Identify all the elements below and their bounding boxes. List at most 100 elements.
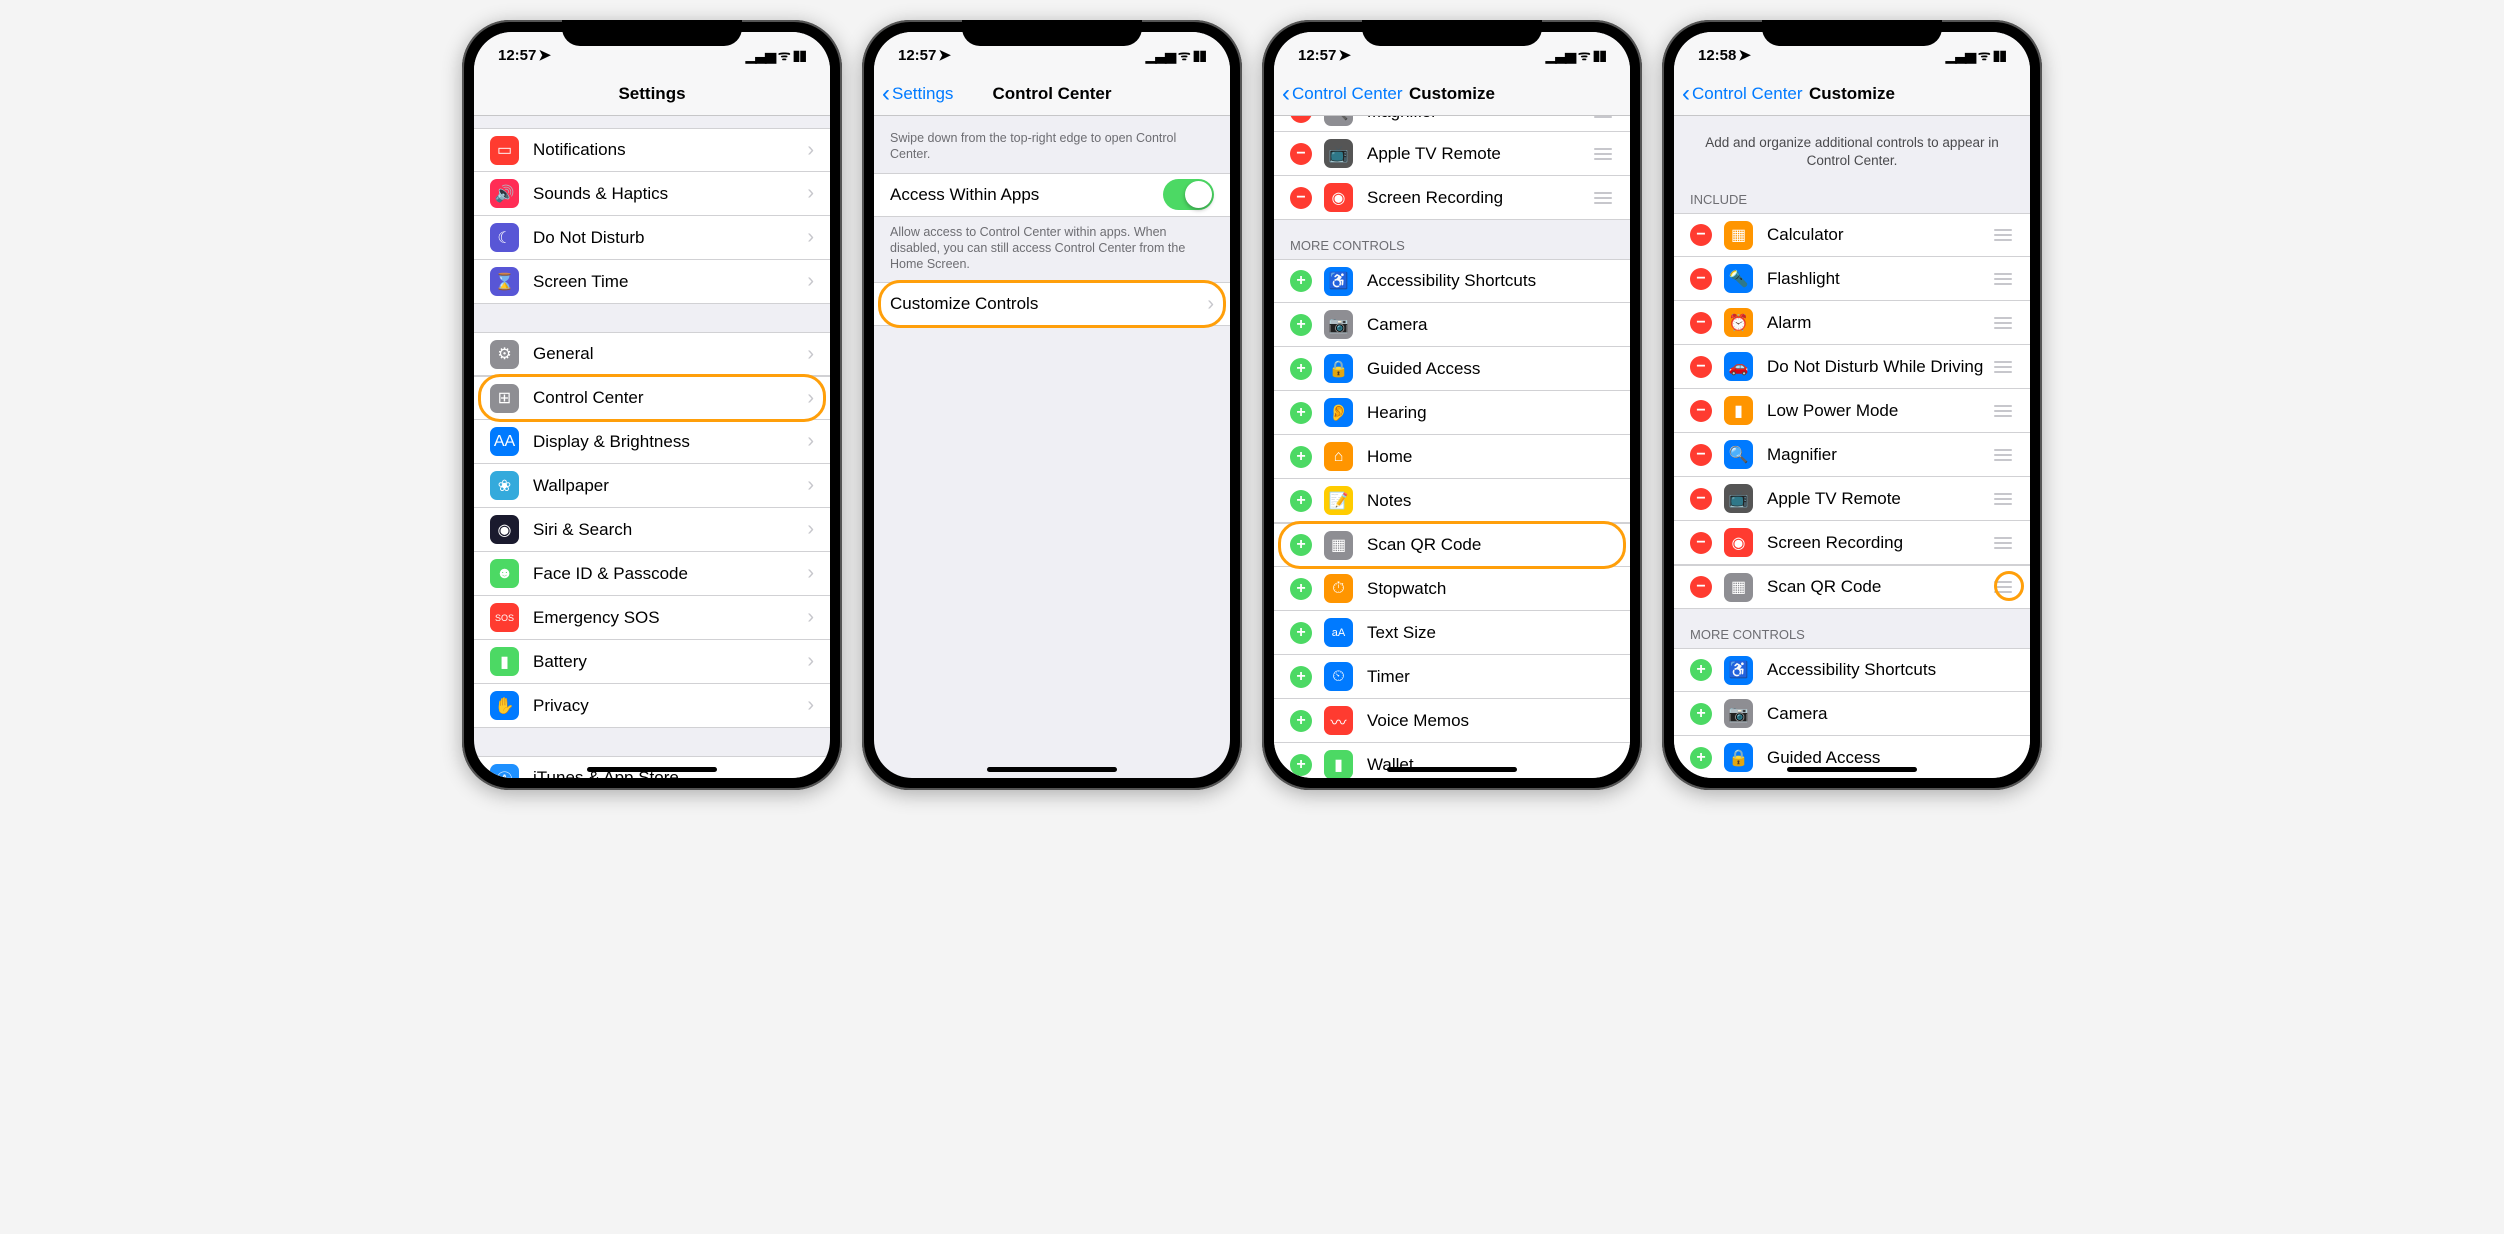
add-button[interactable]: + — [1290, 358, 1312, 380]
drag-handle-icon[interactable] — [1992, 229, 2014, 241]
settings-row[interactable]: SOSEmergency SOS› — [474, 596, 830, 640]
add-button[interactable]: + — [1290, 534, 1312, 556]
remove-button[interactable]: − — [1690, 488, 1712, 510]
app-icon: ☾ — [490, 223, 519, 252]
add-button[interactable]: + — [1290, 710, 1312, 732]
included-control-row[interactable]: −🔦Flashlight — [1674, 257, 2030, 301]
more-control-row[interactable]: +aAText Size — [1274, 611, 1630, 655]
settings-row[interactable]: ❀Wallpaper› — [474, 464, 830, 508]
chevron-right-icon: › — [807, 650, 814, 673]
included-control-row[interactable]: −📺Apple TV Remote — [1674, 477, 2030, 521]
remove-button[interactable]: − — [1690, 356, 1712, 378]
more-control-row[interactable]: +⌂Home — [1274, 435, 1630, 479]
add-button[interactable]: + — [1290, 446, 1312, 468]
settings-row[interactable]: AADisplay & Brightness› — [474, 420, 830, 464]
included-control-row[interactable]: −◉Screen Recording — [1274, 176, 1630, 220]
add-button[interactable]: + — [1290, 402, 1312, 424]
app-icon: 🔍 — [1324, 116, 1353, 126]
back-button[interactable]: ‹Control Center — [1282, 80, 1403, 108]
drag-handle-icon[interactable] — [1992, 537, 2014, 549]
more-control-row[interactable]: +▦Scan QR Code — [1274, 523, 1630, 567]
add-button[interactable]: + — [1290, 314, 1312, 336]
settings-row[interactable]: ▭Notifications› — [474, 128, 830, 172]
settings-row[interactable]: ☾Do Not Disturb› — [474, 216, 830, 260]
remove-button[interactable]: − — [1690, 224, 1712, 246]
time: 12:57 — [1298, 47, 1336, 64]
add-button[interactable]: + — [1690, 703, 1712, 725]
row-label: Privacy — [533, 696, 807, 716]
remove-button[interactable]: − — [1690, 576, 1712, 598]
drag-handle-icon[interactable] — [1992, 361, 2014, 373]
drag-handle-icon[interactable] — [1592, 148, 1614, 160]
remove-button[interactable]: − — [1690, 400, 1712, 422]
included-control-row[interactable]: −▦Scan QR Code — [1674, 565, 2030, 609]
settings-row[interactable]: ⚙General› — [474, 332, 830, 376]
home-indicator[interactable] — [1387, 767, 1517, 772]
drag-handle-icon[interactable] — [1592, 192, 1614, 204]
included-control-row[interactable]: −▦Calculator — [1674, 213, 2030, 257]
add-button[interactable]: + — [1290, 578, 1312, 600]
app-icon: ▮ — [1724, 396, 1753, 425]
settings-row[interactable]: ⊞Control Center› — [474, 376, 830, 420]
settings-row[interactable]: 🔊Sounds & Haptics› — [474, 172, 830, 216]
more-control-row[interactable]: +🔒Guided Access — [1274, 347, 1630, 391]
home-indicator[interactable] — [587, 767, 717, 772]
included-control-row[interactable]: −📺Apple TV Remote — [1274, 132, 1630, 176]
remove-button[interactable]: − — [1290, 116, 1312, 123]
more-control-row[interactable]: +〰Voice Memos — [1274, 699, 1630, 743]
included-control-row[interactable]: −▮Low Power Mode — [1674, 389, 2030, 433]
included-control-row[interactable]: −🔍Magnifier — [1674, 433, 2030, 477]
settings-row[interactable]: ⌛Screen Time› — [474, 260, 830, 304]
remove-button[interactable]: − — [1290, 143, 1312, 165]
add-button[interactable]: + — [1690, 747, 1712, 769]
drag-handle-icon[interactable] — [1992, 405, 2014, 417]
home-indicator[interactable] — [987, 767, 1117, 772]
toggle-switch[interactable] — [1163, 179, 1214, 210]
remove-button[interactable]: − — [1690, 444, 1712, 466]
content[interactable]: Add and organize additional controls to … — [1674, 116, 2030, 778]
more-control-row[interactable]: +▮Wallet — [1274, 743, 1630, 778]
remove-button[interactable]: − — [1690, 268, 1712, 290]
drag-handle-icon[interactable] — [1992, 581, 2014, 593]
app-icon: ☻ — [490, 559, 519, 588]
back-button[interactable]: ‹Settings — [882, 80, 953, 108]
customize-controls-row[interactable]: Customize Controls › — [874, 282, 1230, 326]
content[interactable]: −🔍Magnifier−📺Apple TV Remote−◉Screen Rec… — [1274, 116, 1630, 778]
included-control-row[interactable]: −⏰Alarm — [1674, 301, 2030, 345]
more-control-row[interactable]: +📷Camera — [1674, 692, 2030, 736]
add-button[interactable]: + — [1690, 659, 1712, 681]
remove-button[interactable]: − — [1690, 312, 1712, 334]
back-button[interactable]: ‹Control Center — [1682, 80, 1803, 108]
add-button[interactable]: + — [1290, 622, 1312, 644]
add-button[interactable]: + — [1290, 754, 1312, 776]
more-control-row[interactable]: +♿Accessibility Shortcuts — [1274, 259, 1630, 303]
add-button[interactable]: + — [1290, 490, 1312, 512]
drag-handle-icon[interactable] — [1992, 493, 2014, 505]
more-control-row[interactable]: +📷Camera — [1274, 303, 1630, 347]
more-control-row[interactable]: +⏲Timer — [1274, 655, 1630, 699]
settings-row[interactable]: ◉Siri & Search› — [474, 508, 830, 552]
add-button[interactable]: + — [1290, 270, 1312, 292]
drag-handle-icon[interactable] — [1992, 317, 2014, 329]
drag-handle-icon[interactable] — [1992, 273, 2014, 285]
remove-button[interactable]: − — [1290, 187, 1312, 209]
home-indicator[interactable] — [1787, 767, 1917, 772]
more-control-row[interactable]: +⏱Stopwatch — [1274, 567, 1630, 611]
chevron-right-icon: › — [807, 430, 814, 453]
included-control-row[interactable]: −◉Screen Recording — [1674, 521, 2030, 565]
included-control-row[interactable]: −🚗Do Not Disturb While Driving — [1674, 345, 2030, 389]
content[interactable]: Swipe down from the top-right edge to op… — [874, 116, 1230, 778]
drag-handle-icon[interactable] — [1592, 116, 1614, 118]
settings-row[interactable]: ☻Face ID & Passcode› — [474, 552, 830, 596]
content[interactable]: ▭Notifications›🔊Sounds & Haptics›☾Do Not… — [474, 116, 830, 778]
included-control-row[interactable]: −🔍Magnifier — [1274, 116, 1630, 132]
more-control-row[interactable]: +♿Accessibility Shortcuts — [1674, 648, 2030, 692]
settings-row[interactable]: ✋Privacy› — [474, 684, 830, 728]
remove-button[interactable]: − — [1690, 532, 1712, 554]
access-within-apps-row[interactable]: Access Within Apps — [874, 173, 1230, 217]
more-control-row[interactable]: +👂Hearing — [1274, 391, 1630, 435]
settings-row[interactable]: ▮Battery› — [474, 640, 830, 684]
more-control-row[interactable]: +📝Notes — [1274, 479, 1630, 523]
add-button[interactable]: + — [1290, 666, 1312, 688]
drag-handle-icon[interactable] — [1992, 449, 2014, 461]
